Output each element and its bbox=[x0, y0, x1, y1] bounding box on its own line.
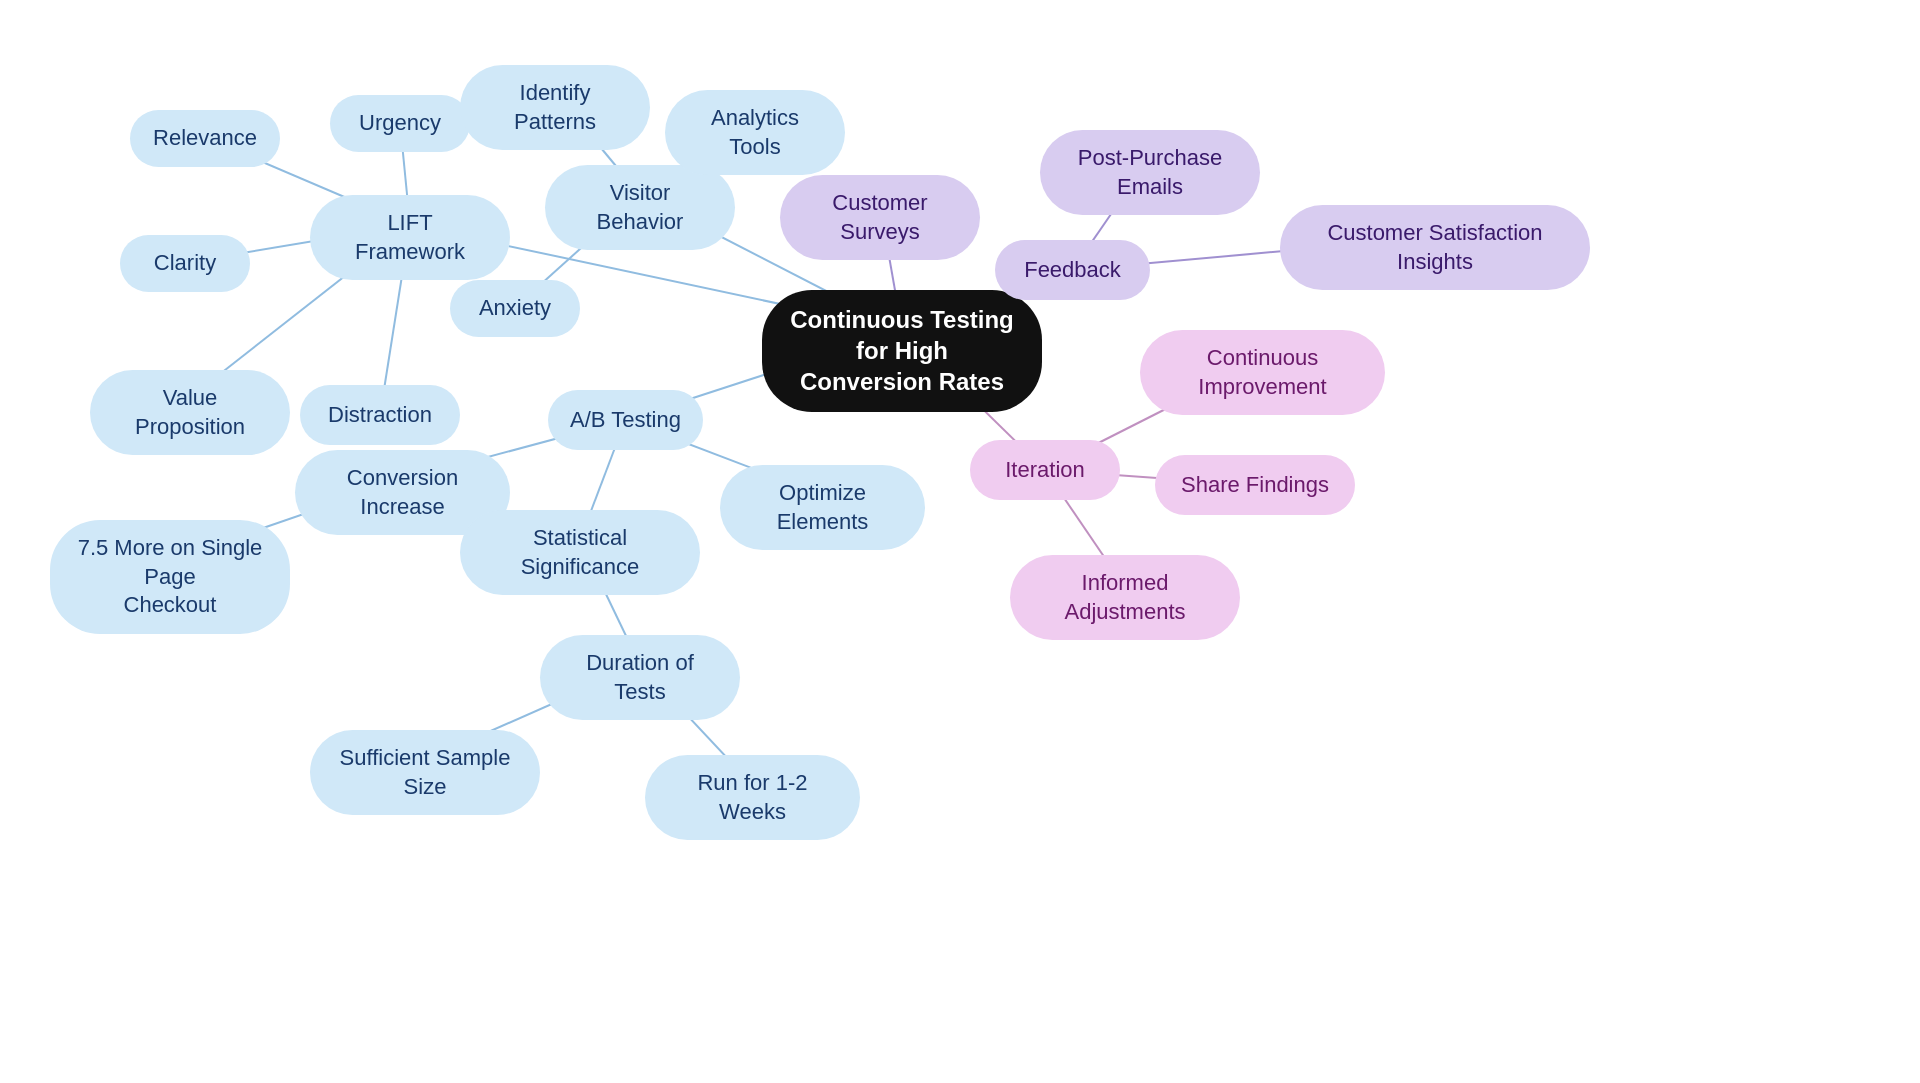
node-cont_improvement: Continuous Improvement bbox=[1140, 330, 1385, 415]
mindmap-svg bbox=[0, 0, 1920, 1083]
node-optimize: Optimize Elements bbox=[720, 465, 925, 550]
node-iteration: Iteration bbox=[970, 440, 1120, 500]
node-distraction: Distraction bbox=[300, 385, 460, 445]
node-relevance: Relevance bbox=[130, 110, 280, 167]
node-single_page: 7.5 More on Single Page Checkout bbox=[50, 520, 290, 634]
node-feedback: Feedback bbox=[995, 240, 1150, 300]
node-analytics_tools: Analytics Tools bbox=[665, 90, 845, 175]
node-identify_patterns: Identify Patterns bbox=[460, 65, 650, 150]
node-center: Continuous Testing for High Conversion R… bbox=[762, 290, 1042, 412]
node-post_purchase: Post-Purchase Emails bbox=[1040, 130, 1260, 215]
node-stat_sig: Statistical Significance bbox=[460, 510, 700, 595]
node-clarity: Clarity bbox=[120, 235, 250, 292]
node-sample_size: Sufficient Sample Size bbox=[310, 730, 540, 815]
node-visitor_behavior: Visitor Behavior bbox=[545, 165, 735, 250]
node-anxiety: Anxiety bbox=[450, 280, 580, 337]
node-informed_adj: Informed Adjustments bbox=[1010, 555, 1240, 640]
node-urgency: Urgency bbox=[330, 95, 470, 152]
node-duration: Duration of Tests bbox=[540, 635, 740, 720]
node-lift: LIFT Framework bbox=[310, 195, 510, 280]
node-run_weeks: Run for 1-2 Weeks bbox=[645, 755, 860, 840]
node-customer_surveys: Customer Surveys bbox=[780, 175, 980, 260]
node-ab_testing: A/B Testing bbox=[548, 390, 703, 450]
node-share_findings: Share Findings bbox=[1155, 455, 1355, 515]
node-value_prop: Value Proposition bbox=[90, 370, 290, 455]
node-cust_sat: Customer Satisfaction Insights bbox=[1280, 205, 1590, 290]
